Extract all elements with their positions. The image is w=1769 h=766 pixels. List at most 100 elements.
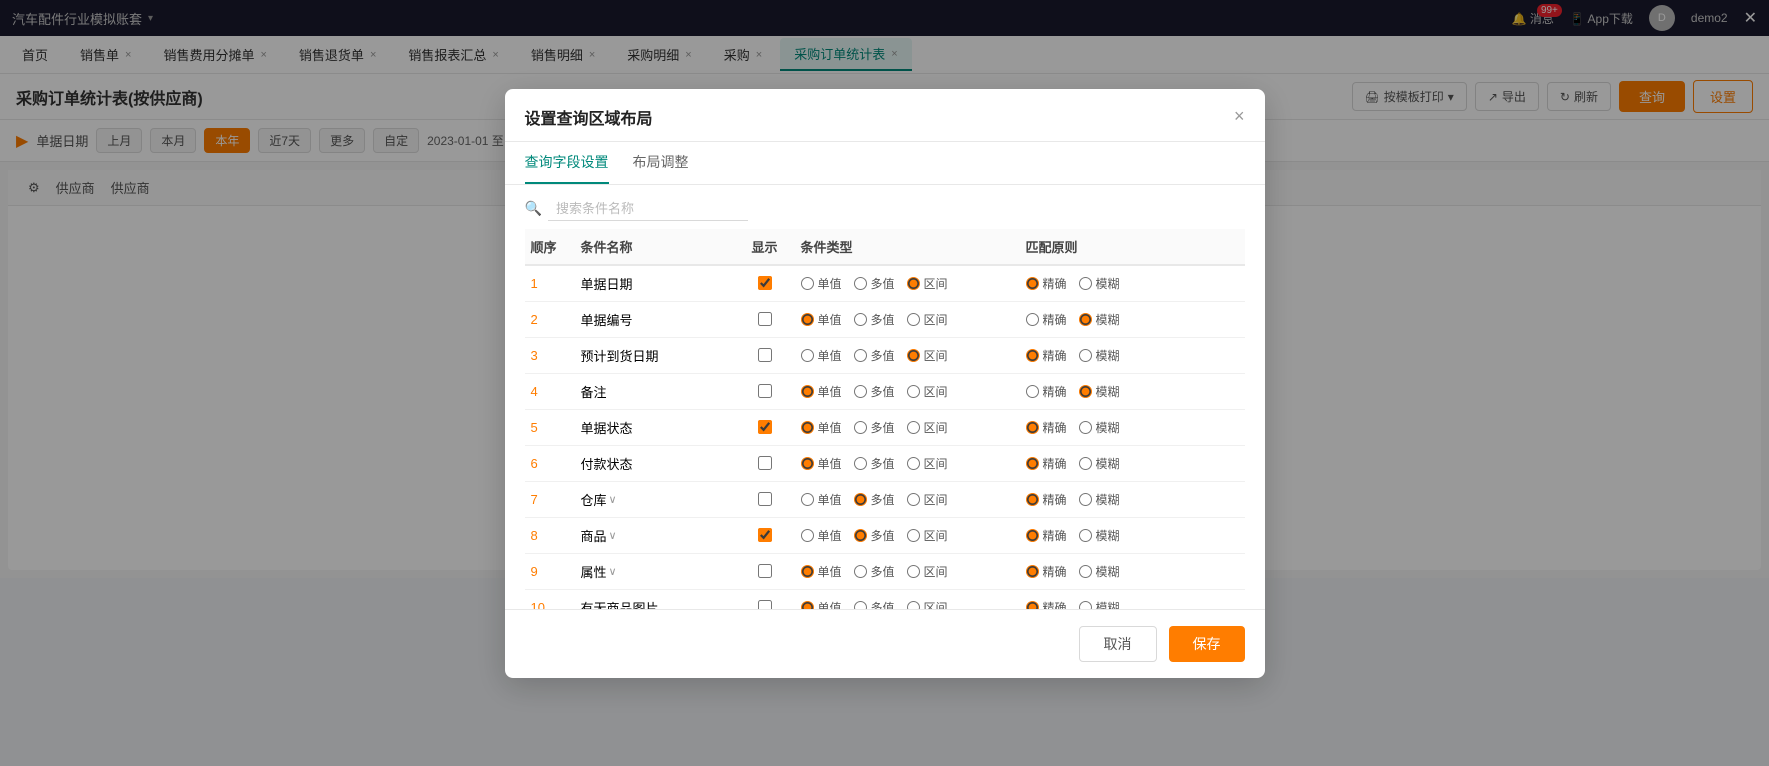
cell-name: 属性 ∨ xyxy=(575,562,735,581)
match-exact[interactable]: 精确 xyxy=(1026,419,1067,436)
type-range[interactable]: 区间 xyxy=(907,383,948,400)
match-exact[interactable]: 精确 xyxy=(1026,383,1067,400)
match-exact[interactable]: 精确 xyxy=(1026,455,1067,472)
type-range[interactable]: 区间 xyxy=(907,563,948,580)
dropdown-indicator: ∨ xyxy=(609,565,617,578)
type-range[interactable]: 区间 xyxy=(907,311,948,328)
match-fuzzy[interactable]: 模糊 xyxy=(1079,491,1120,508)
type-range[interactable]: 区间 xyxy=(907,491,948,508)
type-range[interactable]: 区间 xyxy=(907,527,948,544)
dialog-close-button[interactable]: × xyxy=(1234,106,1245,127)
type-single[interactable]: 单值 xyxy=(801,599,842,609)
type-single[interactable]: 单值 xyxy=(801,563,842,580)
type-single[interactable]: 单值 xyxy=(801,311,842,328)
match-exact[interactable]: 精确 xyxy=(1026,347,1067,364)
display-checkbox[interactable] xyxy=(758,384,772,398)
type-single[interactable]: 单值 xyxy=(801,275,842,292)
type-multi[interactable]: 多值 xyxy=(854,311,895,328)
match-fuzzy[interactable]: 模糊 xyxy=(1079,455,1120,472)
cell-match: 精确 模糊 xyxy=(1020,347,1245,364)
display-checkbox[interactable] xyxy=(758,528,772,542)
match-fuzzy[interactable]: 模糊 xyxy=(1079,311,1120,328)
match-fuzzy[interactable]: 模糊 xyxy=(1079,563,1120,580)
match-fuzzy[interactable]: 模糊 xyxy=(1079,383,1120,400)
cell-display[interactable] xyxy=(735,600,795,609)
type-multi[interactable]: 多值 xyxy=(854,275,895,292)
match-fuzzy[interactable]: 模糊 xyxy=(1079,527,1120,544)
dialog-footer: 取消 保存 xyxy=(505,609,1265,678)
match-exact[interactable]: 精确 xyxy=(1026,275,1067,292)
save-button[interactable]: 保存 xyxy=(1169,626,1245,662)
type-multi[interactable]: 多值 xyxy=(854,491,895,508)
type-range[interactable]: 区间 xyxy=(907,419,948,436)
display-checkbox[interactable] xyxy=(758,420,772,434)
match-fuzzy[interactable]: 模糊 xyxy=(1079,419,1120,436)
dialog-tab-bar: 查询字段设置 布局调整 xyxy=(505,142,1265,185)
display-checkbox[interactable] xyxy=(758,276,772,290)
col-type: 条件类型 xyxy=(795,237,1020,256)
cell-display[interactable] xyxy=(735,492,795,506)
search-input[interactable] xyxy=(548,197,748,221)
display-checkbox[interactable] xyxy=(758,600,772,609)
type-multi[interactable]: 多值 xyxy=(854,419,895,436)
type-multi[interactable]: 多值 xyxy=(854,563,895,580)
table-row: 3 预计到货日期 单值 多值 区间 精确 模糊 xyxy=(525,338,1245,374)
cell-type: 单值 多值 区间 xyxy=(795,419,1020,436)
type-range[interactable]: 区间 xyxy=(907,455,948,472)
type-multi[interactable]: 多值 xyxy=(854,527,895,544)
type-multi[interactable]: 多值 xyxy=(854,347,895,364)
search-icon: 🔍 xyxy=(525,200,542,217)
cell-display[interactable] xyxy=(735,312,795,326)
type-single[interactable]: 单值 xyxy=(801,419,842,436)
match-fuzzy[interactable]: 模糊 xyxy=(1079,599,1120,609)
cell-display[interactable] xyxy=(735,276,795,290)
display-checkbox[interactable] xyxy=(758,312,772,326)
cell-display[interactable] xyxy=(735,420,795,434)
cell-order: 9 xyxy=(525,564,575,579)
tab-layout-adjust[interactable]: 布局调整 xyxy=(633,142,689,184)
table-row: 8 商品 ∨ 单值 多值 区间 精确 模糊 xyxy=(525,518,1245,554)
cancel-button[interactable]: 取消 xyxy=(1079,626,1157,662)
cell-display[interactable] xyxy=(735,456,795,470)
cell-match: 精确 模糊 xyxy=(1020,419,1245,436)
match-exact[interactable]: 精确 xyxy=(1026,527,1067,544)
display-checkbox[interactable] xyxy=(758,348,772,362)
type-multi[interactable]: 多值 xyxy=(854,599,895,609)
cell-order: 7 xyxy=(525,492,575,507)
display-checkbox[interactable] xyxy=(758,564,772,578)
cell-type: 单值 多值 区间 xyxy=(795,383,1020,400)
match-exact[interactable]: 精确 xyxy=(1026,311,1067,328)
type-multi[interactable]: 多值 xyxy=(854,455,895,472)
cell-display[interactable] xyxy=(735,528,795,542)
display-checkbox[interactable] xyxy=(758,492,772,506)
cell-name: 单据状态 xyxy=(575,418,735,437)
type-multi[interactable]: 多值 xyxy=(854,383,895,400)
match-fuzzy[interactable]: 模糊 xyxy=(1079,275,1120,292)
type-range[interactable]: 区间 xyxy=(907,275,948,292)
match-exact[interactable]: 精确 xyxy=(1026,563,1067,580)
match-exact[interactable]: 精确 xyxy=(1026,599,1067,609)
match-fuzzy[interactable]: 模糊 xyxy=(1079,347,1120,364)
type-single[interactable]: 单值 xyxy=(801,527,842,544)
cell-type: 单值 多值 区间 xyxy=(795,275,1020,292)
type-range[interactable]: 区间 xyxy=(907,599,948,609)
display-checkbox[interactable] xyxy=(758,456,772,470)
type-range[interactable]: 区间 xyxy=(907,347,948,364)
cell-order: 8 xyxy=(525,528,575,543)
table-row: 6 付款状态 单值 多值 区间 精确 模糊 xyxy=(525,446,1245,482)
config-dialog: 设置查询区域布局 × 查询字段设置 布局调整 🔍 顺序 条件名称 xyxy=(505,89,1265,678)
cell-match: 精确 模糊 xyxy=(1020,311,1245,328)
type-single[interactable]: 单值 xyxy=(801,491,842,508)
cell-display[interactable] xyxy=(735,564,795,578)
cell-display[interactable] xyxy=(735,384,795,398)
cell-display[interactable] xyxy=(735,348,795,362)
dialog-search-area: 🔍 xyxy=(505,185,1265,229)
match-exact[interactable]: 精确 xyxy=(1026,491,1067,508)
type-single[interactable]: 单值 xyxy=(801,383,842,400)
dropdown-indicator: ∨ xyxy=(609,529,617,542)
type-single[interactable]: 单值 xyxy=(801,347,842,364)
table-row: 2 单据编号 单值 多值 区间 精确 模糊 xyxy=(525,302,1245,338)
tab-query-fields[interactable]: 查询字段设置 xyxy=(525,142,609,184)
type-single[interactable]: 单值 xyxy=(801,455,842,472)
cell-match: 精确 模糊 xyxy=(1020,599,1245,609)
